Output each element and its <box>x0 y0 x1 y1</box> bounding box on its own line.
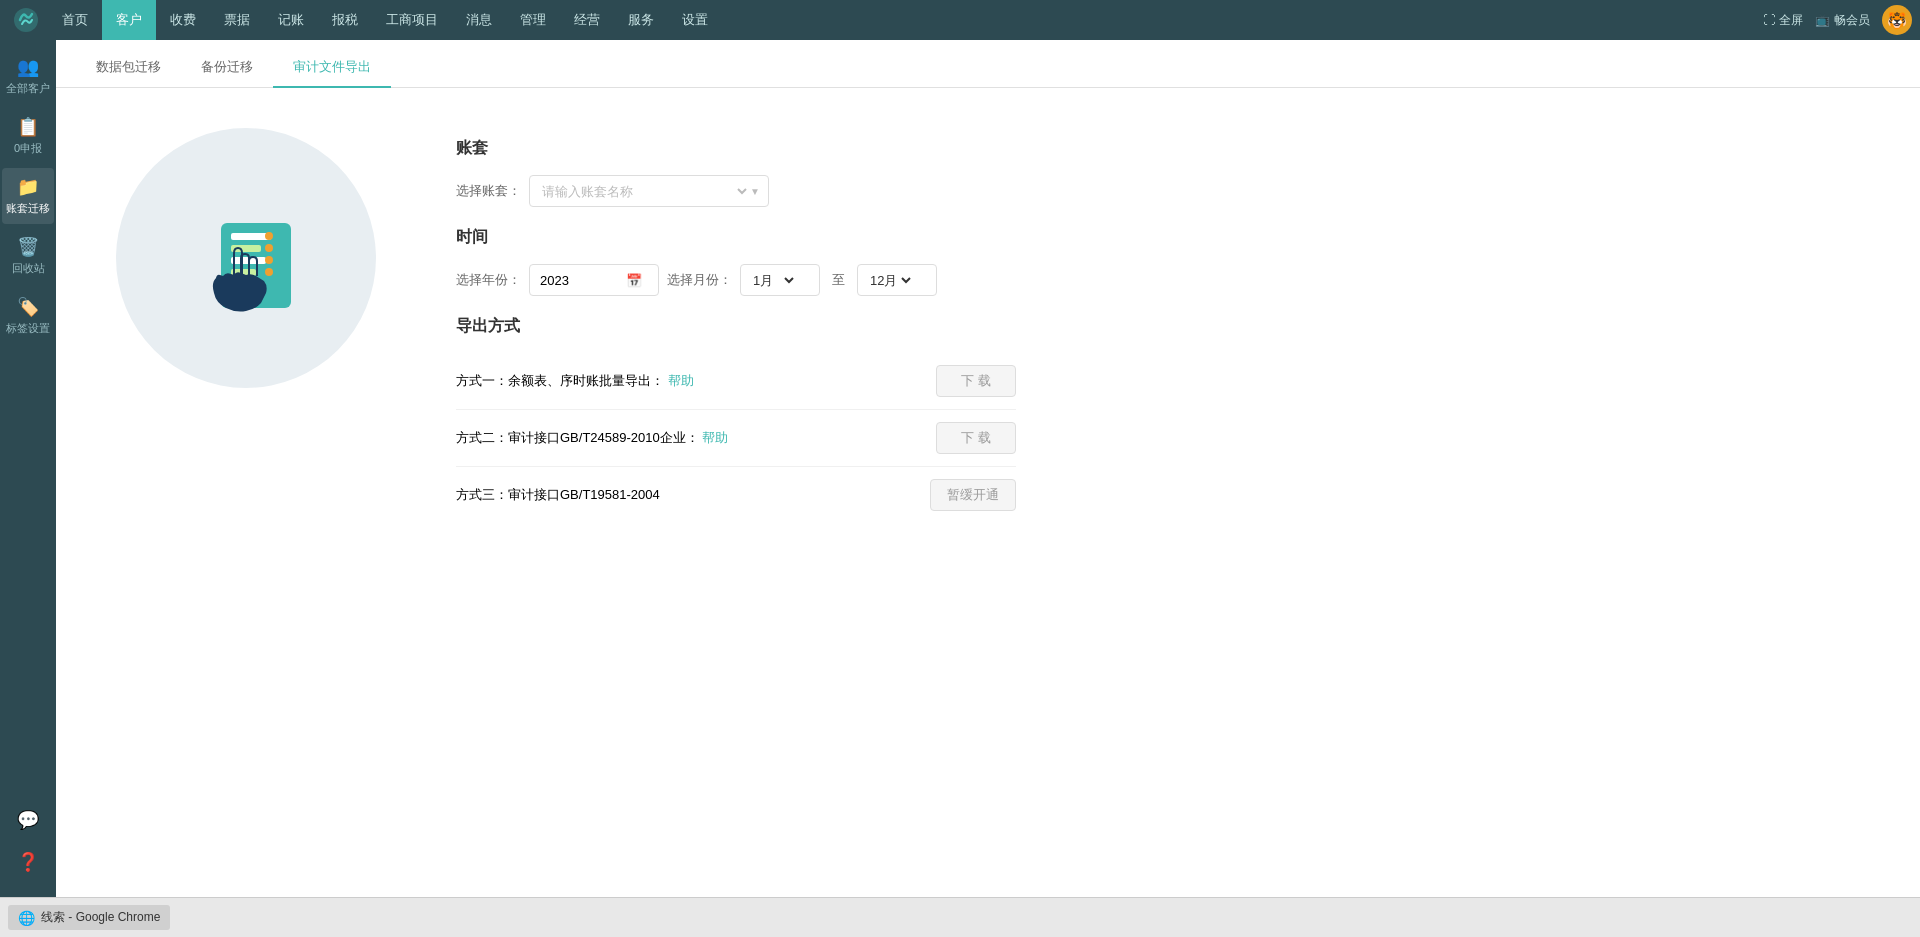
taskbar: 🌐 线索 - Google Chrome <box>0 897 1920 937</box>
nav-manage[interactable]: 管理 <box>506 0 560 40</box>
page-content: 账套 选择账套： 请输入账套名称 ▼ 时间 选择年份： <box>56 88 1920 897</box>
left-sidebar: 👥 全部客户 📋 0申报 📁 账套迁移 🗑️ 回收站 🏷️ 标签设置 💬 ❓ <box>0 40 56 897</box>
account-select-container[interactable]: 请输入账套名称 ▼ <box>529 175 769 207</box>
account-select-input[interactable]: 请输入账套名称 <box>538 183 750 200</box>
month-select-label: 选择月份： <box>667 271 732 289</box>
tab-backup-migration[interactable]: 备份迁移 <box>181 48 273 88</box>
sidebar-chat[interactable]: 💬 <box>2 801 54 839</box>
recycle-icon: 🗑️ <box>17 236 39 258</box>
export-method-1: 方式一：余额表、序时账批量导出： 帮助 下 载 <box>456 353 1016 410</box>
nav-right-area: ⛶ 全屏 📺 畅会员 🐯 <box>1763 5 1912 35</box>
svg-point-8 <box>265 244 273 252</box>
tab-data-migration[interactable]: 数据包迁移 <box>76 48 181 88</box>
nav-bookkeeping[interactable]: 记账 <box>264 0 318 40</box>
vip-button[interactable]: 📺 畅会员 <box>1815 12 1870 29</box>
account-select-row: 选择账套： 请输入账套名称 ▼ <box>456 175 1016 207</box>
method-3-open-button[interactable]: 暂缓开通 <box>930 479 1016 511</box>
illustration <box>116 128 376 388</box>
content-area: 数据包迁移 备份迁移 审计文件导出 <box>56 40 1920 897</box>
year-input[interactable] <box>540 273 620 288</box>
nav-service[interactable]: 服务 <box>614 0 668 40</box>
export-method-2: 方式二：审计接口GB/T24589-2010企业： 帮助 下 载 <box>456 410 1016 467</box>
sidebar-item-tags[interactable]: 🏷️ 标签设置 <box>2 288 54 344</box>
year-input-container[interactable]: 📅 <box>529 264 659 296</box>
nav-client[interactable]: 客户 <box>102 0 156 40</box>
nav-business[interactable]: 工商项目 <box>372 0 452 40</box>
year-select-label: 选择年份： <box>456 271 521 289</box>
nav-operation[interactable]: 经营 <box>560 0 614 40</box>
time-separator: 至 <box>832 271 845 289</box>
nav-invoice[interactable]: 票据 <box>210 0 264 40</box>
chrome-icon: 🌐 <box>18 910 35 926</box>
end-month-select-container[interactable]: 1月2月3月4月 5月6月7月8月 9月10月11月 12月 <box>857 264 937 296</box>
account-select-label: 选择账套： <box>456 182 521 200</box>
fullscreen-button[interactable]: ⛶ 全屏 <box>1763 12 1803 29</box>
method-2-help-link[interactable]: 帮助 <box>702 430 728 445</box>
top-navigation: 首页 客户 收费 票据 记账 报税 工商项目 消息 管理 经营 服务 设置 ⛶ … <box>0 0 1920 40</box>
all-clients-icon: 👥 <box>17 56 39 78</box>
calendar-icon: 📅 <box>626 273 642 288</box>
tab-audit-export[interactable]: 审计文件导出 <box>273 48 391 88</box>
zero-declare-icon: 📋 <box>17 116 39 138</box>
sidebar-item-zero-declare[interactable]: 📋 0申报 <box>2 108 54 164</box>
end-month-select[interactable]: 1月2月3月4月 5月6月7月8月 9月10月11月 12月 <box>866 272 914 289</box>
start-month-select-container[interactable]: 1月2月3月4月 5月6月7月8月 9月10月11月12月 <box>740 264 820 296</box>
svg-point-10 <box>265 268 273 276</box>
start-month-select[interactable]: 1月2月3月4月 5月6月7月8月 9月10月11月12月 <box>749 272 797 289</box>
fullscreen-icon: ⛶ <box>1763 13 1775 27</box>
vip-icon: 📺 <box>1815 13 1830 27</box>
svg-point-9 <box>265 256 273 264</box>
nav-home[interactable]: 首页 <box>48 0 102 40</box>
svg-point-7 <box>265 232 273 240</box>
sidebar-item-all-clients[interactable]: 👥 全部客户 <box>2 48 54 104</box>
help-icon: ❓ <box>17 851 39 873</box>
method-1-download-button[interactable]: 下 载 <box>936 365 1016 397</box>
taskbar-chrome[interactable]: 🌐 线索 - Google Chrome <box>8 905 170 930</box>
account-migration-icon: 📁 <box>17 176 39 198</box>
app-logo[interactable] <box>8 2 44 38</box>
tags-icon: 🏷️ <box>17 296 39 318</box>
account-section-title: 账套 <box>456 138 1016 159</box>
method-2-download-button[interactable]: 下 载 <box>936 422 1016 454</box>
nav-tax[interactable]: 报税 <box>318 0 372 40</box>
method-3-label: 方式三：审计接口GB/T19581-2004 <box>456 486 660 504</box>
nav-message[interactable]: 消息 <box>452 0 506 40</box>
nav-fee[interactable]: 收费 <box>156 0 210 40</box>
export-method-3: 方式三：审计接口GB/T19581-2004 暂缓开通 <box>456 467 1016 523</box>
user-avatar[interactable]: 🐯 <box>1882 5 1912 35</box>
time-row: 选择年份： 📅 选择月份： 1月2月3月4月 5月6月7月8月 9月10月11月… <box>456 264 1016 296</box>
method-1-label: 方式一：余额表、序时账批量导出： 帮助 <box>456 372 694 390</box>
sidebar-bottom: 💬 ❓ <box>2 801 54 889</box>
export-section-title: 导出方式 <box>456 316 1016 337</box>
method-2-label: 方式二：审计接口GB/T24589-2010企业： 帮助 <box>456 429 728 447</box>
method-1-help-link[interactable]: 帮助 <box>668 373 694 388</box>
sidebar-item-account-migration[interactable]: 📁 账套迁移 <box>2 168 54 224</box>
chat-icon: 💬 <box>17 809 39 831</box>
tab-bar: 数据包迁移 备份迁移 审计文件导出 <box>56 40 1920 88</box>
main-layout: 👥 全部客户 📋 0申报 📁 账套迁移 🗑️ 回收站 🏷️ 标签设置 💬 ❓ <box>0 40 1920 897</box>
nav-menu: 首页 客户 收费 票据 记账 报税 工商项目 消息 管理 经营 服务 设置 <box>48 0 1763 40</box>
time-section-title: 时间 <box>456 227 1016 248</box>
dropdown-icon: ▼ <box>750 186 760 197</box>
sidebar-help[interactable]: ❓ <box>2 843 54 881</box>
form-panel: 账套 选择账套： 请输入账套名称 ▼ 时间 选择年份： <box>456 128 1016 523</box>
sidebar-item-recycle[interactable]: 🗑️ 回收站 <box>2 228 54 284</box>
svg-rect-2 <box>231 233 271 240</box>
export-container: 账套 选择账套： 请输入账套名称 ▼ 时间 选择年份： <box>116 128 1016 523</box>
nav-settings[interactable]: 设置 <box>668 0 722 40</box>
